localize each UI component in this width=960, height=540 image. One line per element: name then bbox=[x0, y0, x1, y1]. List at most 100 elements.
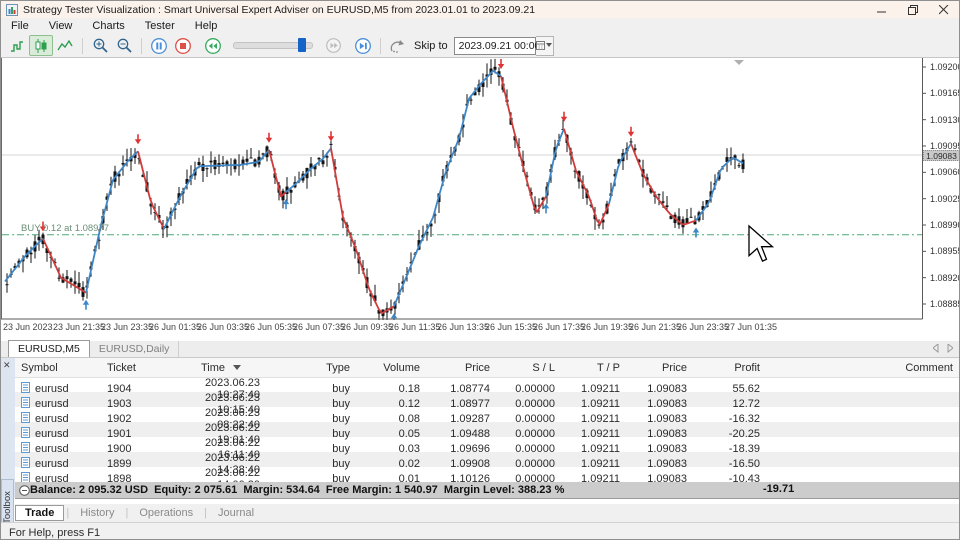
speed-slider[interactable] bbox=[233, 42, 313, 49]
cell-t-p: 1.09211 bbox=[561, 428, 626, 440]
collapse-minus-icon[interactable] bbox=[19, 485, 30, 496]
chart-tab-eurusd-m5[interactable]: EURUSD,M5 bbox=[8, 340, 90, 357]
stop-button[interactable] bbox=[171, 35, 195, 56]
column-header-profit[interactable]: Profit bbox=[734, 362, 760, 374]
menu-help[interactable]: Help bbox=[185, 18, 228, 34]
cell-profit: -18.39 bbox=[693, 443, 766, 455]
cell-type: buy bbox=[266, 398, 356, 410]
cell-symbol: eurusd bbox=[35, 398, 69, 410]
zoom-in-button[interactable] bbox=[88, 35, 112, 56]
cell-type: buy bbox=[266, 383, 356, 395]
tick-chart-button[interactable] bbox=[5, 35, 29, 56]
maximize-button[interactable] bbox=[897, 1, 928, 18]
cell-ticket: 1900 bbox=[101, 443, 176, 455]
cell-t-p: 1.09211 bbox=[561, 458, 626, 470]
price-axis-label: 1.08990 bbox=[930, 220, 960, 230]
column-header-comment[interactable]: Comment bbox=[905, 362, 953, 374]
trade-table-header: Symbol Ticket Time Type Volume Price S / L T / … bbox=[15, 358, 959, 378]
time-axis-label: 26 Jun 05:35 bbox=[245, 322, 297, 332]
rewind-button[interactable] bbox=[201, 35, 225, 56]
title-bar: Strategy Tester Visualization : Smart Un… bbox=[1, 1, 959, 18]
column-header-time[interactable]: Time bbox=[201, 362, 225, 374]
cell-volume: 0.03 bbox=[356, 443, 426, 455]
tab-scroll-left-icon[interactable] bbox=[933, 344, 939, 353]
time-axis-label: 26 Jun 09:35 bbox=[341, 322, 393, 332]
price-axis-label: 1.09165 bbox=[930, 88, 960, 98]
cell-type: buy bbox=[266, 413, 356, 425]
toolbar-separator bbox=[380, 38, 381, 54]
column-header-price[interactable]: Price bbox=[662, 362, 687, 374]
cell-s-l: 0.00000 bbox=[496, 413, 561, 425]
status-bar: For Help, press F1 bbox=[1, 522, 959, 540]
column-header-ticket[interactable]: Ticket bbox=[107, 362, 136, 374]
order-icon bbox=[21, 442, 30, 456]
tab-separator: | bbox=[204, 507, 207, 519]
skip-to-end-button[interactable] bbox=[351, 35, 375, 56]
time-axis-label: 26 Jun 17:35 bbox=[533, 322, 585, 332]
time-axis-label: 27 Jun 01:35 bbox=[725, 322, 777, 332]
bottom-tab-journal[interactable]: Journal bbox=[209, 506, 263, 520]
buy-order-label: BUY 0.12 at 1.08977 bbox=[21, 223, 109, 234]
toolbox-label: Toolbox bbox=[2, 491, 13, 524]
cell-s-l: 0.00000 bbox=[496, 398, 561, 410]
price-axis-label: 1.09200 bbox=[930, 62, 960, 72]
cell-profit: -20.25 bbox=[693, 428, 766, 440]
skip-to-icon bbox=[386, 35, 410, 56]
close-button[interactable] bbox=[928, 1, 959, 18]
cell-s-l: 0.00000 bbox=[496, 383, 561, 395]
cell-symbol: eurusd bbox=[35, 383, 69, 395]
column-header-s-l[interactable]: S / L bbox=[532, 362, 555, 374]
tab-scroll-right-icon[interactable] bbox=[947, 344, 953, 353]
toolbar-separator bbox=[82, 38, 83, 54]
price-chart[interactable] bbox=[1, 58, 960, 320]
line-chart-button[interactable] bbox=[53, 35, 77, 56]
menu-view[interactable]: View bbox=[39, 18, 83, 34]
cell-t-p: 1.09211 bbox=[561, 398, 626, 410]
cell-profit: -16.32 bbox=[693, 413, 766, 425]
cell-profit: -16.50 bbox=[693, 458, 766, 470]
column-header-symbol[interactable]: Symbol bbox=[21, 362, 58, 374]
cell-profit: 55.62 bbox=[693, 383, 766, 395]
column-header-volume[interactable]: Volume bbox=[383, 362, 420, 374]
bottom-tab-operations[interactable]: Operations bbox=[130, 506, 202, 520]
zoom-out-button[interactable] bbox=[112, 35, 136, 56]
calendar-dropdown-button[interactable] bbox=[536, 36, 554, 56]
sort-descending-icon bbox=[233, 365, 241, 370]
toolbar-separator bbox=[141, 38, 142, 54]
pause-button[interactable] bbox=[147, 35, 171, 56]
cell-symbol: eurusd bbox=[35, 428, 69, 440]
menu-tester[interactable]: Tester bbox=[135, 18, 185, 34]
minimize-button[interactable] bbox=[866, 1, 897, 18]
cell-ticket: 1903 bbox=[101, 398, 176, 410]
total-profit: -19.71 bbox=[763, 483, 794, 495]
trade-row-1904[interactable]: eurusd19042023.06.23 10:27:40buy0.181.08… bbox=[15, 377, 959, 392]
cell-price: 1.09488 bbox=[426, 428, 496, 440]
time-axis-label: 26 Jun 01:35 bbox=[149, 322, 201, 332]
bottom-tab-history[interactable]: History bbox=[71, 506, 123, 520]
cell-t-p: 1.09211 bbox=[561, 383, 626, 395]
menu-bar: File View Charts Tester Help bbox=[1, 18, 959, 34]
menu-charts[interactable]: Charts bbox=[82, 18, 134, 34]
bottom-tab-trade[interactable]: Trade bbox=[15, 505, 64, 521]
column-header-t-p[interactable]: T / P bbox=[597, 362, 620, 374]
panel-close-icon[interactable]: ✕ bbox=[3, 360, 11, 370]
time-axis-label: 26 Jun 23:35 bbox=[677, 322, 729, 332]
column-header-price[interactable]: Price bbox=[465, 362, 490, 374]
menu-file[interactable]: File bbox=[1, 18, 39, 34]
tab-separator: | bbox=[125, 507, 128, 519]
order-icon bbox=[21, 382, 30, 396]
candlestick-chart-button[interactable] bbox=[29, 35, 53, 56]
cell-ticket: 1902 bbox=[101, 413, 176, 425]
cell-price: 1.08774 bbox=[426, 383, 496, 395]
window-title: Strategy Tester Visualization : Smart Un… bbox=[23, 4, 535, 16]
cell-t-p: 1.09211 bbox=[561, 413, 626, 425]
trade-table-body: eurusd19042023.06.23 10:27:40buy0.181.08… bbox=[15, 377, 959, 482]
chart-tab-eurusd-daily[interactable]: EURUSD,Daily bbox=[90, 341, 180, 357]
speed-slider-handle[interactable] bbox=[298, 38, 306, 52]
column-header-type[interactable]: Type bbox=[326, 362, 350, 374]
price-axis-label: 1.09130 bbox=[930, 115, 960, 125]
cell-type: buy bbox=[266, 428, 356, 440]
chart-tab-strip: EURUSD,M5EURUSD,Daily bbox=[1, 341, 959, 358]
cell-price: 1.09083 bbox=[626, 428, 693, 440]
skip-to-date-input[interactable]: 2023.09.21 00:00 bbox=[454, 37, 536, 55]
